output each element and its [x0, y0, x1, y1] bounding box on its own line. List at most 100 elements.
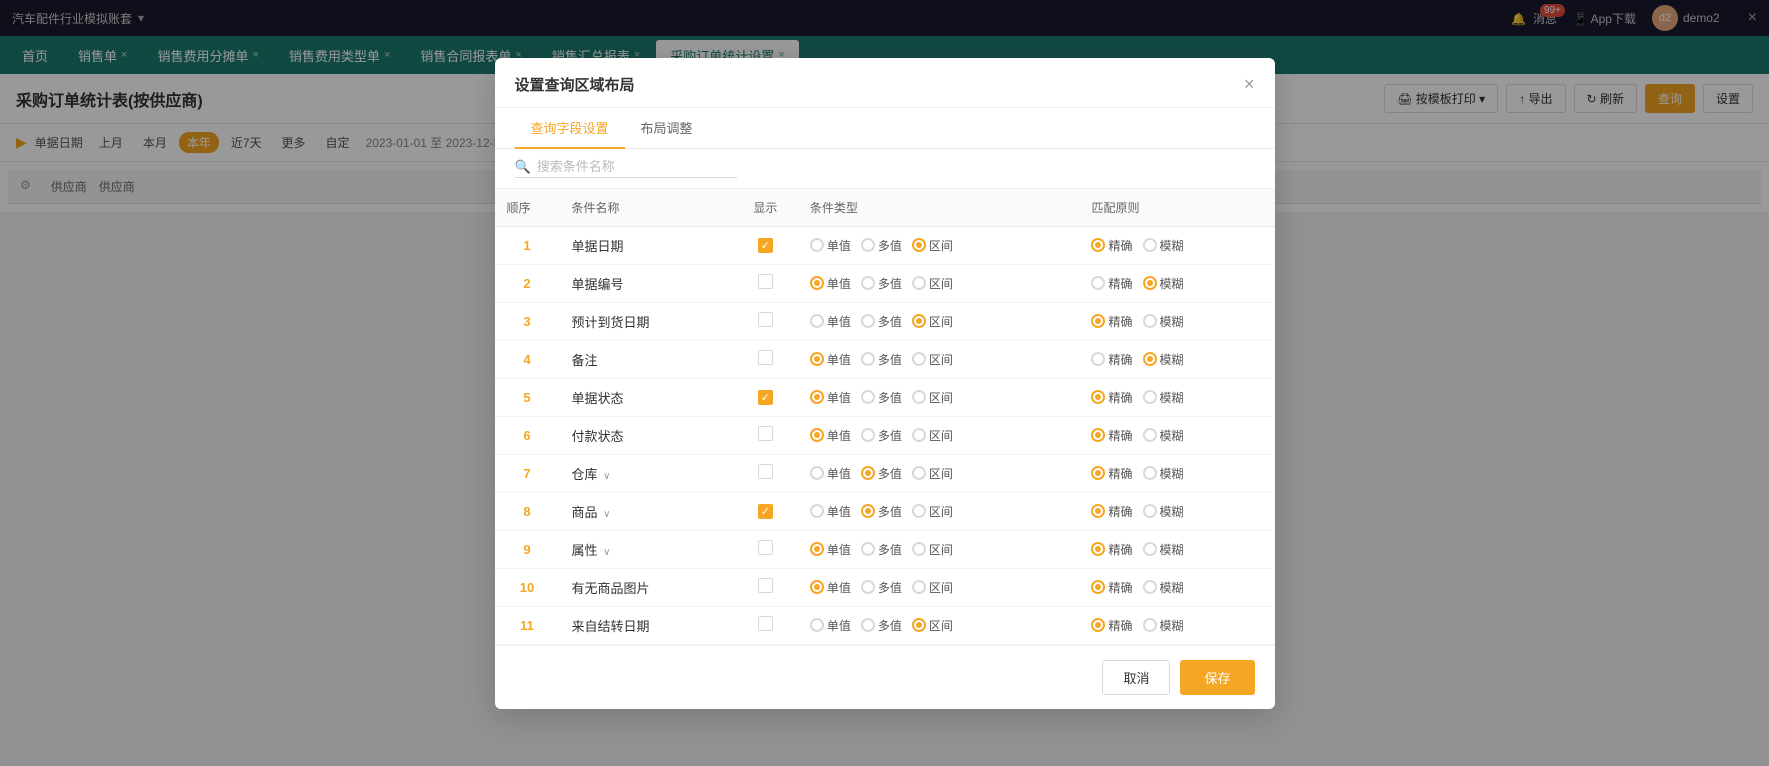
type-radio-区间-5[interactable]: 区间 [912, 427, 953, 444]
cancel-button[interactable]: 取消 [1102, 660, 1170, 695]
th-name: 条件名称 [560, 189, 733, 227]
display-checkbox-3[interactable] [758, 350, 773, 365]
type-radio-单值-10[interactable]: 单值 [810, 617, 851, 634]
row-name-7: 商品 ∨ [560, 492, 733, 530]
match-radio-精确-4[interactable]: 精确 [1091, 389, 1132, 406]
type-radio-区间-2[interactable]: 区间 [912, 313, 953, 330]
type-radio-区间-9[interactable]: 区间 [912, 579, 953, 596]
row-display-9[interactable] [733, 568, 798, 606]
type-radio-单值-8[interactable]: 单值 [810, 541, 851, 558]
row-display-3[interactable] [733, 340, 798, 378]
match-radio-模糊-6[interactable]: 模糊 [1143, 465, 1184, 482]
row-display-6[interactable] [733, 454, 798, 492]
match-radio-精确-3[interactable]: 精确 [1091, 351, 1132, 368]
type-radio-单值-5[interactable]: 单值 [810, 427, 851, 444]
type-radio-单值-7[interactable]: 单值 [810, 503, 851, 520]
type-radio-多值-9[interactable]: 多值 [861, 579, 902, 596]
row-order-1: 2 [495, 264, 560, 302]
type-radio-区间-10[interactable]: 区间 [912, 617, 953, 634]
type-radio-单值-3[interactable]: 单值 [810, 351, 851, 368]
match-radio-精确-8[interactable]: 精确 [1091, 541, 1132, 558]
match-radio-精确-2[interactable]: 精确 [1091, 313, 1132, 330]
type-radio-区间-4[interactable]: 区间 [912, 389, 953, 406]
th-display: 显示 [733, 189, 798, 227]
radio-circle-icon [1091, 276, 1105, 290]
row-display-10[interactable] [733, 606, 798, 644]
match-radio-模糊-2[interactable]: 模糊 [1143, 313, 1184, 330]
match-radio-精确-5[interactable]: 精确 [1091, 427, 1132, 444]
type-radio-多值-0[interactable]: 多值 [861, 237, 902, 254]
type-radio-单值-2[interactable]: 单值 [810, 313, 851, 330]
match-radio-模糊-3[interactable]: 模糊 [1143, 351, 1184, 368]
save-button[interactable]: 保存 [1180, 660, 1254, 695]
match-radio-精确-7[interactable]: 精确 [1091, 503, 1132, 520]
match-radio-模糊-4[interactable]: 模糊 [1143, 389, 1184, 406]
type-radio-区间-0[interactable]: 区间 [912, 237, 953, 254]
type-radio-区间-8[interactable]: 区间 [912, 541, 953, 558]
search-input[interactable] [537, 159, 737, 174]
table-row: 4备注单值多值区间精确模糊 [495, 340, 1275, 378]
match-radio-精确-1[interactable]: 精确 [1091, 275, 1132, 292]
dropdown-arrow-icon[interactable]: ∨ [603, 547, 610, 558]
type-radio-区间-3[interactable]: 区间 [912, 351, 953, 368]
radio-circle-icon [1091, 504, 1105, 518]
display-checkbox-1[interactable] [758, 274, 773, 289]
type-radio-区间-6[interactable]: 区间 [912, 465, 953, 482]
match-radio-精确-10[interactable]: 精确 [1091, 617, 1132, 634]
match-radio-模糊-10[interactable]: 模糊 [1143, 617, 1184, 634]
type-radio-多值-8[interactable]: 多值 [861, 541, 902, 558]
match-radio-模糊-7[interactable]: 模糊 [1143, 503, 1184, 520]
dropdown-arrow-icon[interactable]: ∨ [603, 471, 610, 482]
type-radio-区间-7[interactable]: 区间 [912, 503, 953, 520]
row-display-2[interactable] [733, 302, 798, 340]
display-checkbox-2[interactable] [758, 312, 773, 327]
type-radio-多值-3[interactable]: 多值 [861, 351, 902, 368]
radio-circle-icon [1143, 390, 1157, 404]
match-radio-模糊-9[interactable]: 模糊 [1143, 579, 1184, 596]
type-radio-多值-2[interactable]: 多值 [861, 313, 902, 330]
type-radio-单值-0[interactable]: 单值 [810, 237, 851, 254]
row-display-0[interactable] [733, 226, 798, 264]
match-radio-精确-9[interactable]: 精确 [1091, 579, 1132, 596]
type-radio-单值-6[interactable]: 单值 [810, 465, 851, 482]
table-row: 7仓库 ∨单值多值区间精确模糊 [495, 454, 1275, 492]
radio-circle-icon [1143, 504, 1157, 518]
type-radio-多值-4[interactable]: 多值 [861, 389, 902, 406]
type-radio-区间-1[interactable]: 区间 [912, 275, 953, 292]
dropdown-arrow-icon[interactable]: ∨ [603, 509, 610, 520]
match-radio-模糊-1[interactable]: 模糊 [1143, 275, 1184, 292]
row-display-8[interactable] [733, 530, 798, 568]
display-checkbox-6[interactable] [758, 464, 773, 479]
type-radio-多值-7[interactable]: 多值 [861, 503, 902, 520]
display-checkbox-10[interactable] [758, 616, 773, 631]
dialog-close-button[interactable]: × [1244, 75, 1255, 93]
type-radio-单值-9[interactable]: 单值 [810, 579, 851, 596]
match-radio-模糊-0[interactable]: 模糊 [1143, 237, 1184, 254]
match-radio-精确-6[interactable]: 精确 [1091, 465, 1132, 482]
type-radio-多值-1[interactable]: 多值 [861, 275, 902, 292]
display-checkbox-7[interactable] [758, 504, 773, 519]
row-display-7[interactable] [733, 492, 798, 530]
display-checkbox-9[interactable] [758, 578, 773, 593]
display-checkbox-0[interactable] [758, 238, 773, 253]
match-radio-模糊-8[interactable]: 模糊 [1143, 541, 1184, 558]
row-type-8: 单值多值区间 [798, 530, 1080, 568]
type-radio-多值-5[interactable]: 多值 [861, 427, 902, 444]
display-checkbox-8[interactable] [758, 540, 773, 555]
row-display-1[interactable] [733, 264, 798, 302]
type-radio-多值-10[interactable]: 多值 [861, 617, 902, 634]
tab-query-fields[interactable]: 查询字段设置 [515, 108, 625, 149]
row-match-3: 精确模糊 [1079, 340, 1274, 378]
row-display-4[interactable] [733, 378, 798, 416]
type-radio-单值-4[interactable]: 单值 [810, 389, 851, 406]
tab-layout-adjust[interactable]: 布局调整 [625, 108, 709, 149]
row-display-5[interactable] [733, 416, 798, 454]
radio-circle-icon [1091, 238, 1105, 252]
type-radio-多值-6[interactable]: 多值 [861, 465, 902, 482]
display-checkbox-5[interactable] [758, 426, 773, 441]
match-radio-精确-0[interactable]: 精确 [1091, 237, 1132, 254]
table-row: 3预计到货日期单值多值区间精确模糊 [495, 302, 1275, 340]
match-radio-模糊-5[interactable]: 模糊 [1143, 427, 1184, 444]
display-checkbox-4[interactable] [758, 390, 773, 405]
type-radio-单值-1[interactable]: 单值 [810, 275, 851, 292]
